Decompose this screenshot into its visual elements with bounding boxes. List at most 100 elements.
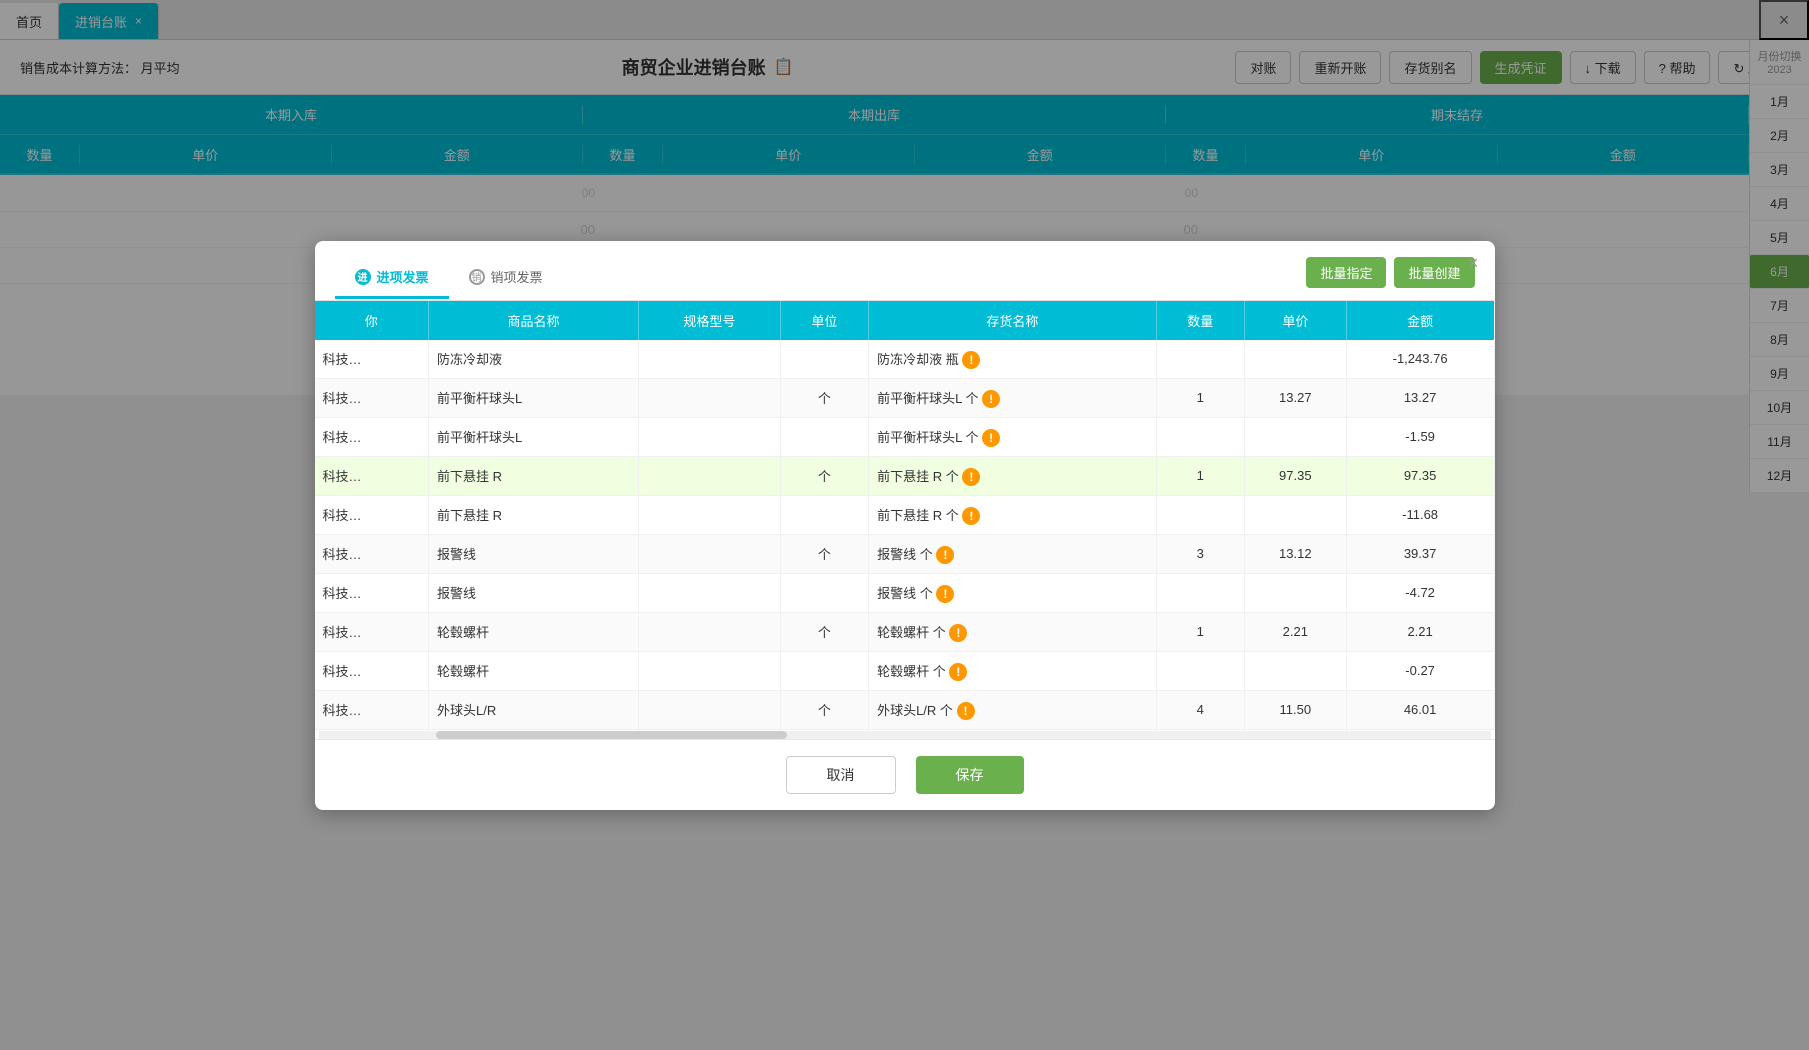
td-qty <box>1156 495 1244 534</box>
warn-icon: ! <box>949 624 967 642</box>
td-spec <box>638 340 780 379</box>
td-inventory: 前平衡杆球头L 个 ! <box>869 417 1157 456</box>
invoice-table: 你 商品名称 规格型号 单位 存货名称 数量 单价 金额 科技… 防冻冷却液 <box>315 301 1495 731</box>
td-spec <box>638 651 780 690</box>
td-company: 科技… <box>315 417 429 456</box>
td-product: 前下悬挂 R <box>429 495 639 534</box>
modal-body: 你 商品名称 规格型号 单位 存货名称 数量 单价 金额 科技… 防冻冷却液 <box>315 301 1495 731</box>
table-row: 科技… 前下悬挂 R 个 前下悬挂 R 个 ! 1 97.35 97.35 <box>315 456 1495 495</box>
save-button[interactable]: 保存 <box>916 756 1024 794</box>
td-qty: 3 <box>1156 534 1244 573</box>
td-price <box>1244 340 1346 379</box>
invoice-modal: 进 进项发票 销 销项发票 批量指定 批量创建 × <box>315 241 1495 810</box>
modal-header: 进 进项发票 销 销项发票 批量指定 批量创建 × <box>315 241 1495 301</box>
table-row: 科技… 前平衡杆球头L 前平衡杆球头L 个 ! -1.59 <box>315 417 1495 456</box>
td-unit: 个 <box>780 612 868 651</box>
td-unit: 个 <box>780 456 868 495</box>
td-product: 外球头L/R <box>429 690 639 729</box>
td-spec <box>638 417 780 456</box>
td-product: 防冻冷却液 <box>429 340 639 379</box>
td-product: 轮毂螺杆 <box>429 612 639 651</box>
td-price: 97.35 <box>1244 456 1346 495</box>
batch-assign-button[interactable]: 批量指定 <box>1306 257 1386 288</box>
td-qty <box>1156 651 1244 690</box>
modal-close-button[interactable]: × <box>1468 253 1479 274</box>
modal-tabs: 进 进项发票 销 销项发票 <box>335 257 563 299</box>
warn-icon: ! <box>962 351 980 369</box>
td-inventory: 前平衡杆球头L 个 ! <box>869 378 1157 417</box>
td-amount: 13.27 <box>1346 378 1494 417</box>
th-qty: 数量 <box>1156 301 1244 340</box>
warn-icon: ! <box>962 507 980 525</box>
td-inventory: 报警线 个 ! <box>869 573 1157 612</box>
td-inventory: 轮毂螺杆 个 ! <box>869 651 1157 690</box>
td-qty: 4 <box>1156 690 1244 729</box>
batch-create-button[interactable]: 批量创建 <box>1394 257 1474 288</box>
td-amount: 46.01 <box>1346 690 1494 729</box>
incoming-invoice-label: 进项发票 <box>377 267 429 286</box>
td-spec <box>638 456 780 495</box>
tab-incoming-invoice[interactable]: 进 进项发票 <box>335 257 449 299</box>
table-row: 科技… 前下悬挂 R 前下悬挂 R 个 ! -11.68 <box>315 495 1495 534</box>
table-row: 科技… 轮毂螺杆 个 轮毂螺杆 个 ! 1 2.21 2.21 <box>315 612 1495 651</box>
td-amount: -1,243.76 <box>1346 340 1494 379</box>
td-company: 科技… <box>315 456 429 495</box>
td-spec <box>638 378 780 417</box>
td-amount: -11.68 <box>1346 495 1494 534</box>
cancel-button[interactable]: 取消 <box>786 756 896 794</box>
table-row: 科技… 外球头L/R 个 外球头L/R 个 ! 4 11.50 46.01 <box>315 690 1495 729</box>
td-price <box>1244 495 1346 534</box>
td-qty <box>1156 340 1244 379</box>
td-qty <box>1156 573 1244 612</box>
td-inventory: 前下悬挂 R 个 ! <box>869 456 1157 495</box>
td-price: 2.21 <box>1244 612 1346 651</box>
warn-icon: ! <box>957 702 975 720</box>
td-unit <box>780 417 868 456</box>
warn-icon: ! <box>936 546 954 564</box>
outgoing-invoice-label: 销项发票 <box>491 267 543 286</box>
td-qty: 1 <box>1156 378 1244 417</box>
td-unit: 个 <box>780 378 868 417</box>
warn-icon: ! <box>949 663 967 681</box>
td-company: 科技… <box>315 651 429 690</box>
td-spec <box>638 495 780 534</box>
outgoing-invoice-icon: 销 <box>469 269 485 285</box>
td-unit <box>780 340 868 379</box>
table-row: 科技… 防冻冷却液 防冻冷却液 瓶 ! -1,243.76 <box>315 340 1495 379</box>
modal-header-actions: 批量指定 批量创建 <box>1306 257 1474 300</box>
td-price <box>1244 573 1346 612</box>
th-product-name: 商品名称 <box>429 301 639 340</box>
tab-outgoing-invoice[interactable]: 销 销项发票 <box>449 257 563 299</box>
td-price: 13.12 <box>1244 534 1346 573</box>
th-inventory: 存货名称 <box>869 301 1157 340</box>
warn-icon: ! <box>982 390 1000 408</box>
td-amount: -4.72 <box>1346 573 1494 612</box>
td-inventory: 报警线 个 ! <box>869 534 1157 573</box>
td-spec <box>638 612 780 651</box>
td-amount: 39.37 <box>1346 534 1494 573</box>
td-amount: 2.21 <box>1346 612 1494 651</box>
td-inventory: 防冻冷却液 瓶 ! <box>869 340 1157 379</box>
th-unit: 单位 <box>780 301 868 340</box>
td-unit: 个 <box>780 534 868 573</box>
td-company: 科技… <box>315 573 429 612</box>
td-price: 11.50 <box>1244 690 1346 729</box>
table-row: 科技… 报警线 个 报警线 个 ! 3 13.12 39.37 <box>315 534 1495 573</box>
td-company: 科技… <box>315 534 429 573</box>
td-price <box>1244 417 1346 456</box>
td-company: 科技… <box>315 690 429 729</box>
td-product: 轮毂螺杆 <box>429 651 639 690</box>
td-inventory: 前下悬挂 R 个 ! <box>869 495 1157 534</box>
warn-icon: ! <box>982 429 1000 447</box>
table-row: 科技… 轮毂螺杆 轮毂螺杆 个 ! -0.27 <box>315 651 1495 690</box>
modal-overlay: 进 进项发票 销 销项发票 批量指定 批量创建 × <box>0 0 1809 1050</box>
td-product: 前平衡杆球头L <box>429 378 639 417</box>
td-qty <box>1156 417 1244 456</box>
td-unit <box>780 573 868 612</box>
td-spec <box>638 690 780 729</box>
td-inventory: 轮毂螺杆 个 ! <box>869 612 1157 651</box>
td-product: 前平衡杆球头L <box>429 417 639 456</box>
th-amount: 金额 <box>1346 301 1494 340</box>
td-amount: 97.35 <box>1346 456 1494 495</box>
td-company: 科技… <box>315 378 429 417</box>
